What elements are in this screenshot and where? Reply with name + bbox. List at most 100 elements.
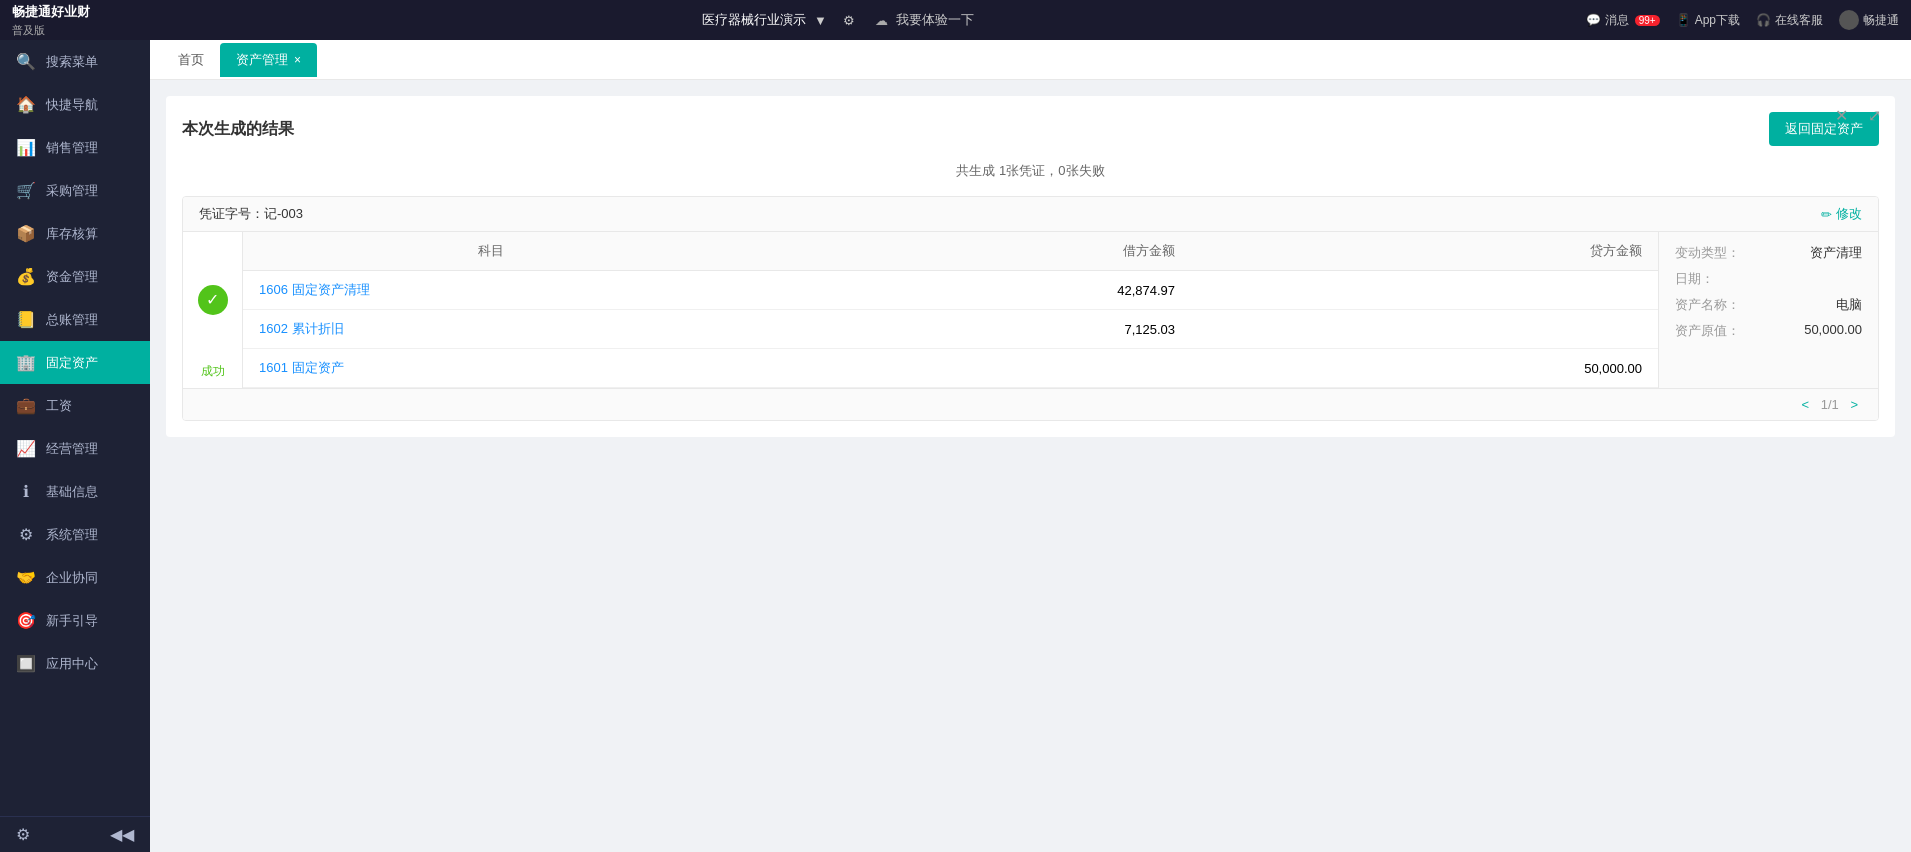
sidebar-item-quick-nav[interactable]: 🏠 快捷导航 xyxy=(0,83,150,126)
sidebar-icon-purchase: 🛒 xyxy=(16,181,36,200)
sidebar-label-app-center: 应用中心 xyxy=(46,655,98,673)
user-avatar-icon xyxy=(1839,10,1859,30)
asset-value-label: 资产原值： xyxy=(1675,322,1740,340)
credit-cell-0 xyxy=(1191,271,1658,310)
sidebar-item-basic-info[interactable]: ℹ 基础信息 xyxy=(0,470,150,513)
messages-badge: 99+ xyxy=(1635,15,1660,26)
tab-asset-management[interactable]: 资产管理 × xyxy=(220,43,317,77)
result-panel-header: 本次生成的结果 返回固定资产 xyxy=(182,112,1879,146)
sidebar-icon-fixed-assets: 🏢 xyxy=(16,353,36,372)
sidebar-item-search[interactable]: 🔍 搜索菜单 xyxy=(0,40,150,83)
dropdown-icon[interactable]: ▼ xyxy=(814,13,827,28)
sidebar-scroll: 🔍 搜索菜单 🏠 快捷导航 📊 销售管理 🛒 采购管理 📦 库存核算 💰 资金管… xyxy=(0,40,150,816)
subject-cell-1: 1602 累计折旧 xyxy=(243,310,738,349)
main-layout: 🔍 搜索菜单 🏠 快捷导航 📊 销售管理 🛒 采购管理 📦 库存核算 💰 资金管… xyxy=(0,40,1911,852)
sidebar-item-app-center[interactable]: 🔲 应用中心 xyxy=(0,642,150,685)
online-service-item[interactable]: 🎧 在线客服 xyxy=(1756,12,1823,29)
sidebar-label-purchase: 采购管理 xyxy=(46,182,98,200)
subject-link-2[interactable]: 1601 固定资产 xyxy=(259,360,344,375)
asset-value-row: 资产原值： 50,000.00 xyxy=(1675,322,1862,340)
sidebar-icon-funds: 💰 xyxy=(16,267,36,286)
message-icon: 💬 xyxy=(1586,13,1601,27)
maximize-panel-button[interactable]: ⤢ xyxy=(1862,104,1887,127)
voucher-header: 凭证字号：记-003 ✏ 修改 xyxy=(183,197,1878,232)
subject-link-1[interactable]: 1602 累计折旧 xyxy=(259,321,344,336)
voucher-table-part: 科目 借方金额 贷方金额 1606 固定资产清理 42,874.97 xyxy=(243,232,1658,388)
settings-bottom-icon[interactable]: ⚙ xyxy=(16,825,30,844)
subject-cell-0: 1606 固定资产清理 xyxy=(243,271,738,310)
next-page-link[interactable]: > xyxy=(1850,397,1858,412)
sidebar-item-purchase[interactable]: 🛒 采购管理 xyxy=(0,169,150,212)
credit-cell-2: 50,000.00 xyxy=(1191,349,1658,388)
sidebar-item-enterprise[interactable]: 🤝 企业协同 xyxy=(0,556,150,599)
page-content: 本次生成的结果 返回固定资产 ✕ ⤢ 共生成 1张凭证，0张失败 凭证字号：记-… xyxy=(150,80,1911,852)
sidebar-item-funds[interactable]: 💰 资金管理 xyxy=(0,255,150,298)
settings-icon[interactable]: ⚙ xyxy=(843,13,855,28)
result-title: 本次生成的结果 xyxy=(182,119,294,140)
tab-label-asset-management: 资产管理 xyxy=(236,51,288,69)
debit-cell-0: 42,874.97 xyxy=(738,271,1191,310)
app-download-label: App下载 xyxy=(1695,12,1740,29)
header-center: 医疗器械行业演示 ▼ ⚙ ☁ 我要体验一下 xyxy=(702,11,974,29)
sidebar-icon-app-center: 🔲 xyxy=(16,654,36,673)
sidebar-item-ledger[interactable]: 📒 总账管理 xyxy=(0,298,150,341)
sidebar-item-sales[interactable]: 📊 销售管理 xyxy=(0,126,150,169)
sidebar-item-operations[interactable]: 📈 经营管理 xyxy=(0,427,150,470)
sidebar-item-system[interactable]: ⚙ 系统管理 xyxy=(0,513,150,556)
summary-text: 共生成 1张凭证，0张失败 xyxy=(182,162,1879,180)
content-area: 首页 资产管理 × 本次生成的结果 返回固定资产 ✕ ⤢ 共生成 1张凭证，0张失败 xyxy=(150,40,1911,852)
experience-btn[interactable]: 我要体验一下 xyxy=(896,11,974,29)
change-type-value: 资产清理 xyxy=(1810,244,1862,262)
change-type-row: 变动类型： 资产清理 xyxy=(1675,244,1862,262)
asset-name-row: 资产名称： 电脑 xyxy=(1675,296,1862,314)
voucher-right-panel: 变动类型： 资产清理 日期： 资产名称： 电脑 xyxy=(1658,232,1878,388)
messages-label: 消息 xyxy=(1605,12,1629,29)
collapse-icon[interactable]: ◀◀ xyxy=(110,825,134,844)
logo-section: 畅捷通好业财 普及版 xyxy=(12,3,90,38)
table-header-row: 科目 借方金额 贷方金额 xyxy=(243,232,1658,271)
user-name: 畅捷通 xyxy=(1863,12,1899,29)
sidebar-icon-guide: 🎯 xyxy=(16,611,36,630)
sidebar-icon-inventory: 📦 xyxy=(16,224,36,243)
sidebar-label-fixed-assets: 固定资产 xyxy=(46,354,98,372)
close-panel-button[interactable]: ✕ xyxy=(1829,104,1854,127)
sidebar-item-guide[interactable]: 🎯 新手引导 xyxy=(0,599,150,642)
prev-page-link[interactable]: < xyxy=(1801,397,1809,412)
sidebar-item-payroll[interactable]: 💼 工资 xyxy=(0,384,150,427)
voucher-table: 科目 借方金额 贷方金额 1606 固定资产清理 42,874.97 xyxy=(243,232,1658,388)
panel-controls: ✕ ⤢ xyxy=(1829,104,1887,127)
sidebar-item-fixed-assets[interactable]: 🏢 固定资产 xyxy=(0,341,150,384)
sidebar-bottom: ⚙ ◀◀ xyxy=(0,816,150,852)
page-info: 1/1 xyxy=(1821,397,1839,412)
sidebar-label-system: 系统管理 xyxy=(46,526,98,544)
edit-voucher-button[interactable]: ✏ 修改 xyxy=(1821,205,1862,223)
tab-home[interactable]: 首页 xyxy=(166,43,216,77)
logo-area: 畅捷通好业财 普及版 xyxy=(12,3,90,38)
sidebar-icon-system: ⚙ xyxy=(16,525,36,544)
pagination-row: < 1/1 > xyxy=(183,388,1878,420)
subject-link-0[interactable]: 1606 固定资产清理 xyxy=(259,282,370,297)
headset-icon: 🎧 xyxy=(1756,13,1771,27)
debit-cell-2 xyxy=(738,349,1191,388)
sidebar-icon-sales: 📊 xyxy=(16,138,36,157)
messages-item[interactable]: 💬 消息 99+ xyxy=(1586,12,1660,29)
cloud-icon: ☁ xyxy=(875,13,888,28)
edition-badge: 普及版 xyxy=(12,23,90,38)
sidebar-icon-payroll: 💼 xyxy=(16,396,36,415)
sidebar-label-funds: 资金管理 xyxy=(46,268,98,286)
sidebar-label-ledger: 总账管理 xyxy=(46,311,98,329)
sidebar-label-sales: 销售管理 xyxy=(46,139,98,157)
sidebar-label-operations: 经营管理 xyxy=(46,440,98,458)
phone-icon: 📱 xyxy=(1676,13,1691,27)
success-label: 成功 xyxy=(201,363,225,380)
voucher-body: ✓ 成功 科目 借方金额 贷方金额 xyxy=(183,232,1878,388)
table-row: 1601 固定资产 50,000.00 xyxy=(243,349,1658,388)
sidebar-icon-search: 🔍 xyxy=(16,52,36,71)
sidebar-item-inventory[interactable]: 📦 库存核算 xyxy=(0,212,150,255)
sidebar-icon-ledger: 📒 xyxy=(16,310,36,329)
col-header-subject: 科目 xyxy=(243,232,738,271)
tab-close-asset-management[interactable]: × xyxy=(294,53,301,67)
app-download-item[interactable]: 📱 App下载 xyxy=(1676,12,1740,29)
sidebar: 🔍 搜索菜单 🏠 快捷导航 📊 销售管理 🛒 采购管理 📦 库存核算 💰 资金管… xyxy=(0,40,150,852)
user-item[interactable]: 畅捷通 xyxy=(1839,10,1899,30)
